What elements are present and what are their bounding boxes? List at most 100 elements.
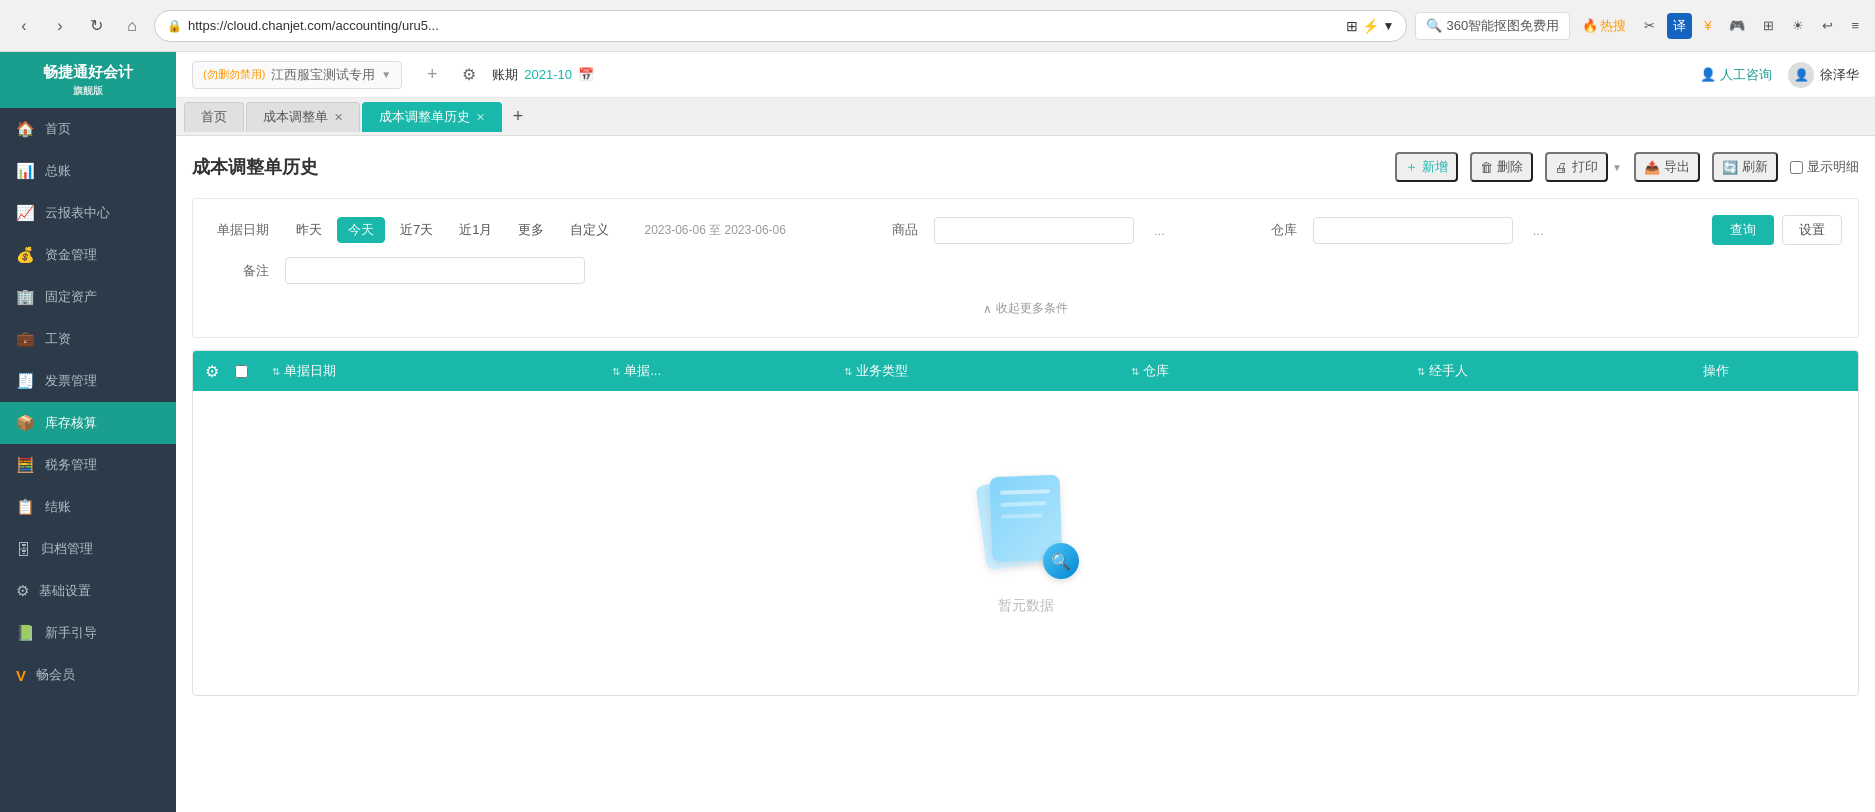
scissors-btn[interactable]: ✂ (1638, 14, 1661, 37)
setting-button[interactable]: 设置 (1782, 215, 1842, 245)
sidebar-item-closing[interactable]: 📋 结账 (0, 486, 176, 528)
new-tab-button[interactable]: + (504, 103, 532, 131)
forward-button[interactable]: › (46, 12, 74, 40)
user-name: 徐泽华 (1820, 66, 1859, 84)
refresh-button[interactable]: 🔄 刷新 (1712, 152, 1778, 182)
sidebar-item-funds[interactable]: 💰 资金管理 (0, 234, 176, 276)
sidebar-item-settings[interactable]: ⚙ 基础设置 (0, 570, 176, 612)
user-btn[interactable]: 👤 徐泽华 (1788, 62, 1859, 88)
sidebar-menu: 🏠 首页 📊 总账 📈 云报表中心 💰 资金管理 🏢 固定资产 💼 工资 (0, 108, 176, 812)
sidebar-item-guide[interactable]: 📗 新手引导 (0, 612, 176, 654)
select-all-checkbox[interactable] (235, 365, 248, 378)
print-action[interactable]: 🖨 打印 ▼ (1545, 152, 1622, 182)
company-dropdown-icon: ▼ (381, 69, 391, 80)
address-bar[interactable]: 🔒 https://cloud.chanjet.com/accounting/u… (154, 10, 1407, 42)
tab-cost-adjust-label: 成本调整单 (263, 108, 328, 126)
collapse-icon: ∧ (983, 302, 992, 316)
company-selector[interactable]: (勿删勿禁用) 江西服宝测试专用 ▼ (192, 61, 402, 89)
home-button[interactable]: ⌂ (118, 12, 146, 40)
col-label-date: 单据日期 (284, 362, 336, 380)
service-btn[interactable]: 👤 人工咨询 (1700, 66, 1772, 84)
app-logo: 畅捷通好会计 旗舰版 (0, 52, 176, 108)
date-range-display: 2023-06-06 至 2023-06-06 (644, 222, 785, 239)
refresh-icon: 🔄 (1722, 160, 1738, 175)
period-display: 账期 2021-10 📅 (492, 66, 594, 84)
table-toolbar: ⚙ ⇅ 单据日期 ⇅ 单据... ⇅ (193, 351, 1858, 391)
sidebar-label-fixed-assets: 固定资产 (45, 288, 97, 306)
warehouse-more[interactable]: ... (1533, 223, 1544, 238)
sidebar-item-invoice[interactable]: 🧾 发票管理 (0, 360, 176, 402)
query-button[interactable]: 查询 (1712, 215, 1774, 245)
wallet-btn[interactable]: ¥ (1698, 14, 1717, 37)
sidebar-label-archive: 归档管理 (41, 540, 93, 558)
tab-home[interactable]: 首页 (184, 102, 244, 132)
date-pill-7days[interactable]: 近7天 (389, 217, 444, 243)
tab-cost-adjust-history[interactable]: 成本调整单历史 ✕ (362, 102, 502, 132)
sidebar-item-archive[interactable]: 🗄 归档管理 (0, 528, 176, 570)
print-button[interactable]: 🖨 打印 (1545, 152, 1608, 182)
delete-label: 删除 (1497, 158, 1523, 176)
export-button[interactable]: 📤 导出 (1634, 152, 1700, 182)
col-header-date[interactable]: ⇅ 单据日期 (264, 362, 604, 380)
hot-search-btn[interactable]: 🔥 热搜 (1576, 13, 1632, 39)
table-config-icon[interactable]: ⚙ (205, 362, 219, 381)
logo-sub: 旗舰版 (73, 84, 103, 98)
date-pill-yesterday[interactable]: 昨天 (285, 217, 333, 243)
col-header-num[interactable]: ⇅ 单据... (604, 362, 836, 380)
dropdown-icon[interactable]: ▼ (1383, 19, 1395, 33)
tab-cost-adjust[interactable]: 成本调整单 ✕ (246, 102, 360, 132)
search-box[interactable]: 🔍 360智能抠图免费用 (1415, 12, 1570, 40)
sort-icon-type: ⇅ (844, 366, 852, 377)
translate-btn[interactable]: 译 (1667, 13, 1692, 39)
delete-button[interactable]: 🗑 删除 (1470, 152, 1533, 182)
sidebar-item-member[interactable]: V 畅会员 (0, 654, 176, 696)
date-pill-more[interactable]: 更多 (507, 217, 555, 243)
company-prefix: (勿删勿禁用) (203, 67, 265, 82)
note-input[interactable] (285, 257, 585, 284)
sidebar-item-inventory[interactable]: 📦 库存核算 (0, 402, 176, 444)
refresh-button[interactable]: ↻ (82, 12, 110, 40)
sidebar-item-report[interactable]: 📈 云报表中心 (0, 192, 176, 234)
calendar-icon[interactable]: 📅 (578, 67, 594, 82)
col-header-warehouse[interactable]: ⇅ 仓库 (1123, 362, 1409, 380)
guide-icon: 📗 (16, 624, 35, 642)
grid-btn[interactable]: ⊞ (1757, 14, 1780, 37)
date-pill-custom[interactable]: 自定义 (559, 217, 620, 243)
sort-icon-num: ⇅ (612, 366, 620, 377)
date-pill-1month[interactable]: 近1月 (448, 217, 503, 243)
show-columns-checkbox[interactable] (1790, 161, 1803, 174)
warehouse-input[interactable] (1313, 217, 1513, 244)
sort-icon-warehouse: ⇅ (1131, 366, 1139, 377)
sidebar-label-report: 云报表中心 (45, 204, 110, 222)
url-text: https://cloud.chanjet.com/accounting/uru… (188, 18, 439, 33)
undo-btn[interactable]: ↩ (1816, 14, 1839, 37)
game-btn[interactable]: 🎮 (1723, 14, 1751, 37)
sidebar-item-ledger[interactable]: 📊 总账 (0, 150, 176, 192)
tab-cost-adjust-history-close[interactable]: ✕ (476, 111, 485, 124)
tab-cost-adjust-close[interactable]: ✕ (334, 111, 343, 124)
topbar-settings-icon[interactable]: ⚙ (462, 65, 476, 84)
period-label: 账期 (492, 66, 518, 84)
date-pill-today[interactable]: 今天 (337, 217, 385, 243)
goods-more[interactable]: ... (1154, 223, 1165, 238)
search-icon: 🔍 (1426, 18, 1442, 33)
sidebar-item-fixed-assets[interactable]: 🏢 固定资产 (0, 276, 176, 318)
goods-input[interactable] (934, 217, 1134, 244)
col-header-operator[interactable]: ⇅ 经手人 (1409, 362, 1695, 380)
back-button[interactable]: ‹ (10, 12, 38, 40)
menu-btn[interactable]: ≡ (1845, 14, 1865, 37)
print-dropdown-icon[interactable]: ▼ (1612, 162, 1622, 173)
sidebar-item-tax[interactable]: 🧮 税务管理 (0, 444, 176, 486)
browser-tools: 🔍 360智能抠图免费用 🔥 热搜 ✂ 译 ¥ 🎮 ⊞ ☀ ↩ ≡ (1415, 12, 1865, 40)
new-button[interactable]: ＋ 新增 (1395, 152, 1458, 182)
lock-icon: 🔒 (167, 19, 182, 33)
sidebar-item-home[interactable]: 🏠 首页 (0, 108, 176, 150)
user-avatar-icon: 👤 (1788, 62, 1814, 88)
sidebar-label-settings: 基础设置 (39, 582, 91, 600)
theme-btn[interactable]: ☀ (1786, 14, 1810, 37)
col-header-type[interactable]: ⇅ 业务类型 (836, 362, 1122, 380)
collapse-filter-btn[interactable]: ∧ 收起更多条件 (209, 296, 1842, 321)
home-icon: 🏠 (16, 120, 35, 138)
sidebar-item-payroll[interactable]: 💼 工资 (0, 318, 176, 360)
topbar-add-company-btn[interactable]: + (418, 61, 446, 89)
